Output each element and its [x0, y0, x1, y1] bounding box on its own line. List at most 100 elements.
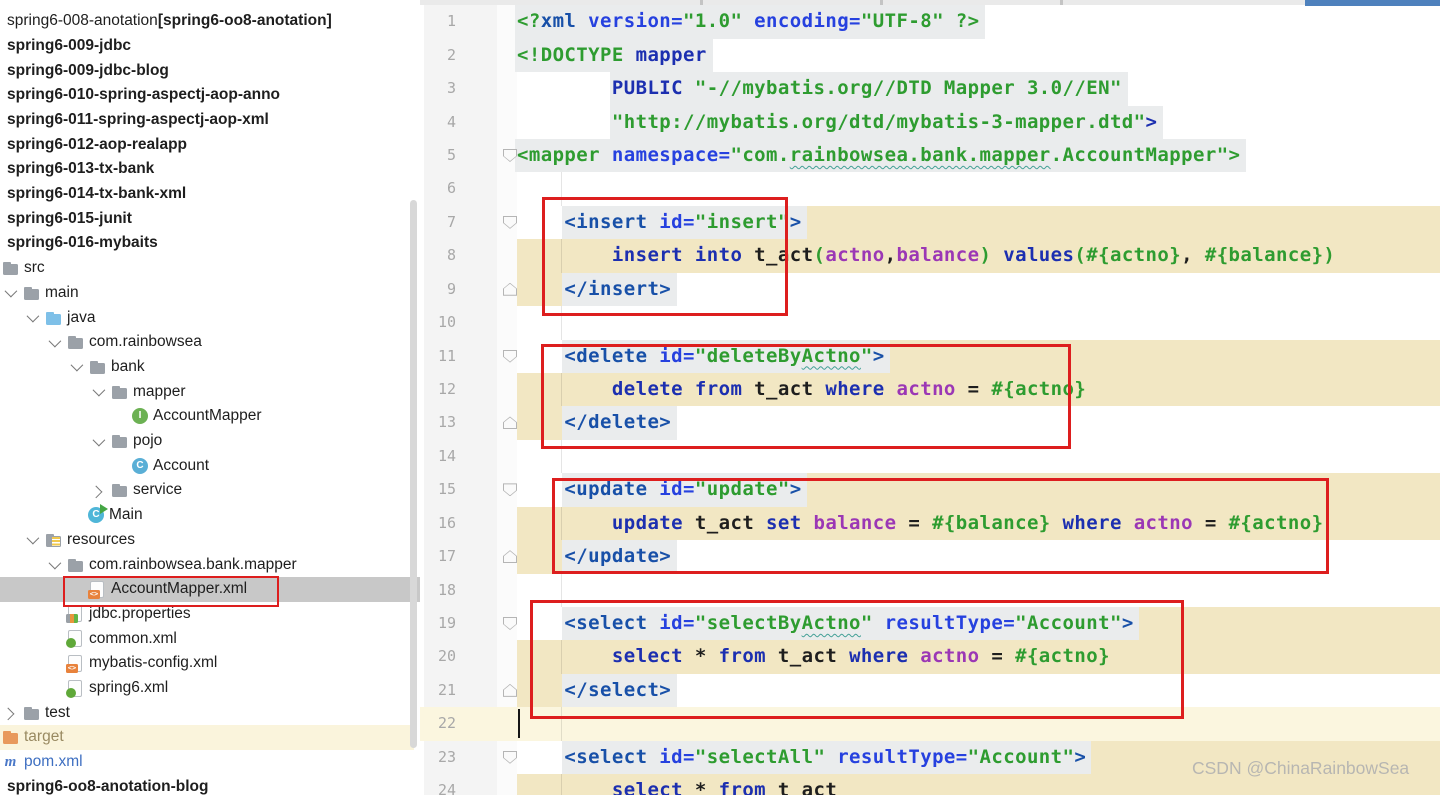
line-number[interactable]: 23: [420, 741, 456, 774]
tree-item-mapper[interactable]: mapper: [0, 379, 420, 404]
line-number[interactable]: 6: [420, 172, 456, 205]
code-line-16[interactable]: 16 update t_act set balance = #{balance}…: [420, 506, 1440, 541]
code-line-18[interactable]: 18: [420, 573, 1440, 608]
tree-item-target[interactable]: target: [0, 724, 414, 750]
code-line-9[interactable]: 9 </insert>: [420, 272, 1440, 307]
line-number[interactable]: 4: [420, 106, 456, 139]
line-number[interactable]: 13: [420, 406, 456, 439]
code-text: </update>: [517, 545, 672, 568]
chevron-down-icon[interactable]: [92, 433, 106, 446]
code-line-21[interactable]: 21 </select>: [420, 673, 1440, 708]
tree-item-service[interactable]: service: [0, 478, 420, 503]
tree-item-spring6-016-mybaits[interactable]: spring6-016-mybaits: [0, 231, 420, 256]
line-number[interactable]: 24: [420, 774, 456, 795]
line-number[interactable]: 5: [420, 139, 456, 172]
line-number[interactable]: 3: [420, 72, 456, 105]
fold-end-icon[interactable]: [503, 282, 517, 296]
tree-item-spring6-011-spring-aspectj-aop-xml[interactable]: spring6-011-spring-aspectj-aop-xml: [0, 107, 420, 132]
chevron-down-icon[interactable]: [4, 285, 18, 298]
code-line-19[interactable]: 19 <select id="selectByActno" resultType…: [420, 607, 1440, 641]
code-line-10[interactable]: 10: [420, 306, 1440, 340]
chevron-down-icon[interactable]: [26, 309, 40, 323]
line-number[interactable]: 1: [420, 5, 456, 38]
line-number[interactable]: 22: [420, 707, 456, 740]
code-line-8[interactable]: 8 insert into t_act(actno,balance) value…: [420, 239, 1440, 273]
tree-item-java[interactable]: java: [0, 305, 420, 330]
fold-end-icon[interactable]: [503, 416, 517, 430]
tree-item-spring6-oo8-anotation-blog[interactable]: spring6-oo8-anotation-blog: [0, 774, 420, 795]
code-line-1[interactable]: 1 <?xml version="1.0" encoding="UTF-8" ?>: [420, 5, 1440, 39]
fold-start-icon[interactable]: [503, 215, 517, 229]
tree-item-main[interactable]: main: [0, 280, 420, 305]
tree-item-spring6-009-jdbc[interactable]: spring6-009-jdbc: [0, 33, 420, 58]
code-text: <select id="selectAll" resultType="Accou…: [517, 745, 1087, 768]
code-line-4[interactable]: 4 "http://mybatis.org/dtd/mybatis-3-mapp…: [420, 105, 1440, 139]
fold-start-icon[interactable]: [503, 149, 517, 163]
fold-end-icon[interactable]: [503, 683, 517, 697]
fold-end-icon[interactable]: [503, 550, 517, 564]
code-line-13[interactable]: 13 </delete>: [420, 406, 1440, 440]
chevron-right-icon[interactable]: [1, 707, 15, 721]
tree-item-accountmapper[interactable]: I AccountMapper: [0, 404, 420, 429]
line-number[interactable]: 12: [420, 373, 456, 406]
tree-item-spring6-010-spring-aspectj-aop-anno[interactable]: spring6-010-spring-aspectj-aop-anno: [0, 83, 420, 108]
code-line-12[interactable]: 12 delete from t_act where actno = #{act…: [420, 373, 1440, 407]
code-line-7[interactable]: 7 <insert id="insert">: [420, 205, 1440, 240]
tree-item-spring6-009-jdbc-blog[interactable]: spring6-009-jdbc-blog: [0, 58, 420, 83]
line-number[interactable]: 8: [420, 239, 456, 272]
code-line-5[interactable]: 5 <mapper namespace="com.rainbowsea.bank.…: [420, 139, 1440, 173]
line-number[interactable]: 16: [420, 507, 456, 540]
line-number[interactable]: 11: [420, 340, 456, 373]
editor-panel[interactable]: 1 <?xml version="1.0" encoding="UTF-8" ?>…: [420, 0, 1440, 795]
chevron-right-icon[interactable]: [89, 485, 103, 499]
tree-item-common-xml[interactable]: common.xml: [0, 626, 420, 651]
code-line-11[interactable]: 11 <delete id="deleteByActno">: [420, 339, 1440, 374]
line-number[interactable]: 17: [420, 540, 456, 573]
tree-item-mybatis-config-xml[interactable]: <> mybatis-config.xml: [0, 651, 420, 676]
code-line-6[interactable]: 6: [420, 172, 1440, 206]
line-number[interactable]: 20: [420, 640, 456, 673]
fold-start-icon[interactable]: [503, 617, 517, 631]
line-number[interactable]: 18: [420, 574, 456, 607]
code-line-17[interactable]: 17 </update>: [420, 540, 1440, 574]
line-number[interactable]: 19: [420, 607, 456, 640]
tree-item-resources[interactable]: resources: [0, 527, 420, 552]
chevron-down-icon[interactable]: [92, 383, 106, 397]
tree-item-test[interactable]: test: [0, 700, 420, 725]
line-number[interactable]: 2: [420, 39, 456, 72]
tree-item-spring6-015-junit[interactable]: spring6-015-junit: [0, 206, 420, 231]
tree-item-com-rainbowsea[interactable]: com.rainbowsea: [0, 330, 420, 355]
chevron-down-icon[interactable]: [48, 334, 62, 348]
line-number[interactable]: 10: [420, 306, 456, 339]
line-number[interactable]: 9: [420, 273, 456, 306]
tree-item-bank[interactable]: bank: [0, 354, 420, 379]
tree-item-main[interactable]: C Main: [0, 503, 420, 528]
code-line-15[interactable]: 15 <update id="update">: [420, 473, 1440, 507]
tree-item-spring6-012-aop-realapp[interactable]: spring6-012-aop-realapp: [0, 132, 420, 157]
tree-item-spring6-013-tx-bank[interactable]: spring6-013-tx-bank: [0, 157, 420, 182]
line-number[interactable]: 21: [420, 674, 456, 707]
fold-start-icon[interactable]: [503, 483, 517, 497]
code-line-20[interactable]: 20 select * from t_act where actno = #{a…: [420, 640, 1440, 674]
line-number[interactable]: 14: [420, 440, 456, 473]
chevron-down-icon[interactable]: [26, 532, 40, 545]
code-line-22[interactable]: 22: [420, 707, 1440, 741]
tree-item-src[interactable]: src: [0, 256, 420, 281]
fold-start-icon[interactable]: [503, 349, 517, 363]
tree-scrollbar[interactable]: [410, 200, 417, 748]
tree-item-com-rainbowsea-bank-mapper[interactable]: com.rainbowsea.bank.mapper: [0, 552, 420, 577]
code-line-14[interactable]: 14: [420, 439, 1440, 474]
tree-item-pom-xml[interactable]: m pom.xml: [0, 750, 420, 775]
line-number[interactable]: 7: [420, 206, 456, 239]
chevron-down-icon[interactable]: [48, 556, 62, 570]
chevron-down-icon[interactable]: [70, 359, 84, 372]
fold-start-icon[interactable]: [503, 750, 517, 764]
tree-item-spring6-008-anotation[interactable]: spring6-008-anotation [spring6-oo8-anota…: [0, 9, 420, 34]
tree-item-spring6-014-tx-bank-xml[interactable]: spring6-014-tx-bank-xml: [0, 182, 420, 207]
tree-item-pojo[interactable]: pojo: [0, 429, 420, 454]
code-line-2[interactable]: 2 <!DOCTYPE mapper: [420, 38, 1440, 73]
tree-item-spring6-xml[interactable]: spring6.xml: [0, 676, 420, 701]
code-line-3[interactable]: 3 PUBLIC "-//mybatis.org//DTD Mapper 3.0…: [420, 72, 1440, 106]
tree-item-account[interactable]: C Account: [0, 453, 420, 478]
line-number[interactable]: 15: [420, 473, 456, 506]
